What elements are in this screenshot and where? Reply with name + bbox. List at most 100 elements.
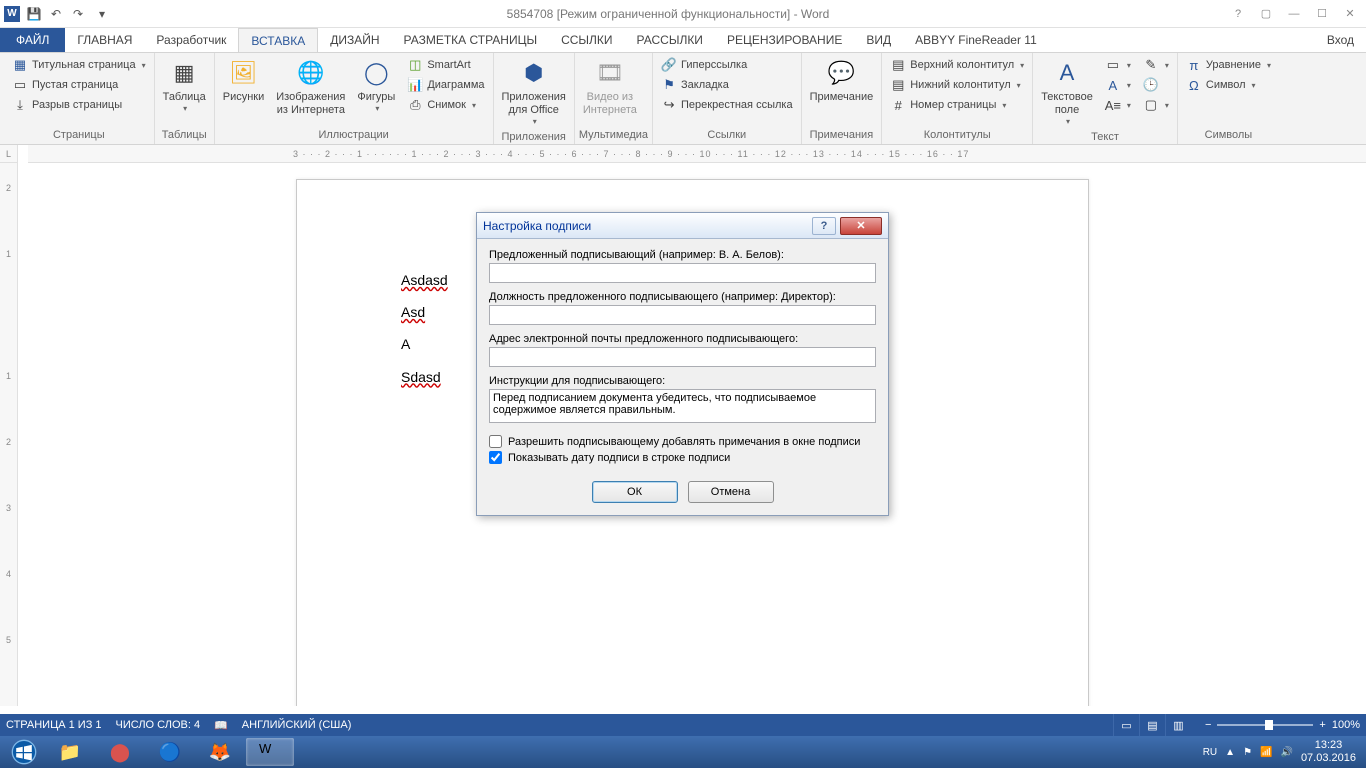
page-break-button[interactable]: ⤓Разрыв страницы xyxy=(8,95,150,115)
table-button[interactable]: ▦ Таблица ▾ xyxy=(159,55,210,116)
undo-icon[interactable]: ↶ xyxy=(48,6,64,22)
taskbar-chrome[interactable]: 🔵 xyxy=(146,738,194,766)
tab-developer[interactable]: Разработчик xyxy=(144,28,238,52)
proofing-icon[interactable]: 📖 xyxy=(214,719,228,732)
save-icon[interactable]: 💾 xyxy=(26,6,42,22)
taskbar-firefox[interactable]: 🦊 xyxy=(196,738,244,766)
zoom-track[interactable] xyxy=(1217,724,1313,726)
taskbar-app-red[interactable]: ⬤ xyxy=(96,738,144,766)
signature-line-button[interactable]: ✎▾ xyxy=(1139,55,1173,75)
tab-mailings[interactable]: РАССЫЛКИ xyxy=(625,28,715,52)
tray-volume-icon[interactable]: 🔊 xyxy=(1280,747,1292,758)
horizontal-ruler[interactable]: 3 · · · 2 · · · 1 · · · · · · 1 · · · 2 … xyxy=(28,145,1366,163)
smartart-button[interactable]: ◫SmartArt xyxy=(403,55,488,75)
blank-page-label: Пустая страница xyxy=(32,79,118,91)
cover-page-button[interactable]: ▦Титульная страница▾ xyxy=(8,55,150,75)
minimize-icon[interactable]: — xyxy=(1282,4,1306,24)
status-words[interactable]: ЧИСЛО СЛОВ: 4 xyxy=(116,719,201,731)
footer-label: Нижний колонтитул xyxy=(910,79,1010,91)
tray-clock[interactable]: 13:23 07.03.2016 xyxy=(1301,739,1356,765)
textbox-button[interactable]: AТекстовое поле▾ xyxy=(1037,55,1097,129)
maximize-icon[interactable]: ☐ xyxy=(1310,4,1334,24)
status-language[interactable]: АНГЛИЙСКИЙ (США) xyxy=(242,719,352,731)
comment-button[interactable]: 💬Примечание xyxy=(806,55,878,106)
datetime-button[interactable]: 🕒 xyxy=(1139,75,1173,95)
header-icon: ▤ xyxy=(890,57,906,73)
doc-line[interactable]: Asd xyxy=(401,304,425,320)
tab-design[interactable]: ДИЗАЙН xyxy=(318,28,391,52)
tab-insert[interactable]: ВСТАВКА xyxy=(238,28,318,52)
pictures-button[interactable]: 🖼Рисунки xyxy=(219,55,269,106)
bookmark-button[interactable]: ⚑Закладка xyxy=(657,75,797,95)
document-content[interactable]: Asdasd Asd A Sdasd xyxy=(297,180,1088,393)
hyperlink-label: Гиперссылка xyxy=(681,59,747,71)
object-button[interactable]: ▢▾ xyxy=(1139,95,1173,115)
footer-button[interactable]: ▤Нижний колонтитул▾ xyxy=(886,75,1028,95)
zoom-in-icon[interactable]: + xyxy=(1319,719,1325,731)
tray-flag-icon[interactable]: ▲ xyxy=(1225,747,1235,758)
taskbar-word[interactable]: W xyxy=(246,738,294,766)
wordart-button[interactable]: A▾ xyxy=(1101,75,1135,95)
taskbar-explorer[interactable]: 📁 xyxy=(46,738,94,766)
header-label: Верхний колонтитул xyxy=(910,59,1014,71)
group-headerfooter: ▤Верхний колонтитул▾ ▤Нижний колонтитул▾… xyxy=(882,53,1033,144)
tab-references[interactable]: ССЫЛКИ xyxy=(549,28,624,52)
object-icon: ▢ xyxy=(1143,97,1159,113)
sign-in-link[interactable]: Вход xyxy=(1315,28,1366,52)
tray-action-center-icon[interactable]: ⚑ xyxy=(1243,747,1252,758)
document-area[interactable]: Asdasd Asd A Sdasd xyxy=(18,163,1366,706)
screenshot-button[interactable]: ⎙Снимок▾ xyxy=(403,95,488,115)
doc-line[interactable]: Asdasd xyxy=(401,272,448,288)
zoom-thumb[interactable] xyxy=(1265,720,1273,730)
group-symbols: πУравнение▾ ΩСимвол▾ Символы xyxy=(1178,53,1279,144)
shapes-button[interactable]: ◯Фигуры▾ xyxy=(353,55,399,116)
crossref-button[interactable]: ↪Перекрестная ссылка xyxy=(657,95,797,115)
page-icon: ▦ xyxy=(12,57,28,73)
close-icon[interactable]: ✕ xyxy=(1338,4,1362,24)
hyperlink-button[interactable]: 🔗Гиперссылка xyxy=(657,55,797,75)
view-buttons: ▭ ▤ ▥ xyxy=(1113,714,1191,736)
tab-file[interactable]: ФАЙЛ xyxy=(0,28,65,52)
tab-abbyy[interactable]: ABBYY FineReader 11 xyxy=(903,28,1049,52)
blank-page-button[interactable]: ▭Пустая страница xyxy=(8,75,150,95)
taskbar: 📁 ⬤ 🔵 🦊 W RU ▲ ⚑ 📶 🔊 13:23 07.03.2016 xyxy=(0,736,1366,768)
print-layout-icon[interactable]: ▤ xyxy=(1139,714,1165,736)
symbol-button[interactable]: ΩСимвол▾ xyxy=(1182,75,1275,95)
dropcap-button[interactable]: A≡▾ xyxy=(1101,95,1135,115)
web-layout-icon[interactable]: ▥ xyxy=(1165,714,1191,736)
help-icon[interactable]: ? xyxy=(1226,4,1250,24)
read-mode-icon[interactable]: ▭ xyxy=(1113,714,1139,736)
redo-icon[interactable]: ↷ xyxy=(70,6,86,22)
group-media-label: Мультимедиа xyxy=(579,127,648,144)
apps-icon: ⬢ xyxy=(518,57,550,89)
equation-button[interactable]: πУравнение▾ xyxy=(1182,55,1275,75)
page-number-button[interactable]: #Номер страницы▾ xyxy=(886,95,1028,115)
vertical-ruler[interactable]: 2112345 xyxy=(0,163,18,706)
online-pictures-button[interactable]: 🌐Изображения из Интернета xyxy=(272,55,349,119)
tab-home[interactable]: ГЛАВНАЯ xyxy=(65,28,144,52)
header-button[interactable]: ▤Верхний колонтитул▾ xyxy=(886,55,1028,75)
qat-customize-icon[interactable]: ▾ xyxy=(94,6,110,22)
system-tray: RU ▲ ⚑ 📶 🔊 13:23 07.03.2016 xyxy=(1203,739,1362,765)
firefox-icon: 🦊 xyxy=(209,742,231,763)
zoom-value[interactable]: 100% xyxy=(1332,719,1360,731)
ribbon-options-icon[interactable]: ▢ xyxy=(1254,4,1278,24)
tray-lang[interactable]: RU xyxy=(1203,747,1217,758)
tab-view[interactable]: ВИД xyxy=(854,28,903,52)
doc-line[interactable]: Sdasd xyxy=(401,369,441,385)
zoom-slider[interactable]: − + 100% xyxy=(1205,719,1360,731)
zoom-out-icon[interactable]: − xyxy=(1205,719,1211,731)
apps-button[interactable]: ⬢Приложения для Office▾ xyxy=(498,55,570,129)
quick-parts-button[interactable]: ▭▾ xyxy=(1101,55,1135,75)
tray-network-icon[interactable]: 📶 xyxy=(1260,747,1272,758)
symbol-label: Символ xyxy=(1206,79,1246,91)
tab-page-layout[interactable]: РАЗМЕТКА СТРАНИЦЫ xyxy=(392,28,550,52)
status-page[interactable]: СТРАНИЦА 1 ИЗ 1 xyxy=(6,719,102,731)
doc-line[interactable]: A xyxy=(401,328,1088,360)
page[interactable]: Asdasd Asd A Sdasd xyxy=(296,179,1089,706)
start-button[interactable] xyxy=(4,738,44,766)
chart-button[interactable]: 📊Диаграмма xyxy=(403,75,488,95)
tab-review[interactable]: РЕЦЕНЗИРОВАНИЕ xyxy=(715,28,854,52)
group-text-label: Текст xyxy=(1037,129,1173,146)
pageno-label: Номер страницы xyxy=(910,99,996,111)
